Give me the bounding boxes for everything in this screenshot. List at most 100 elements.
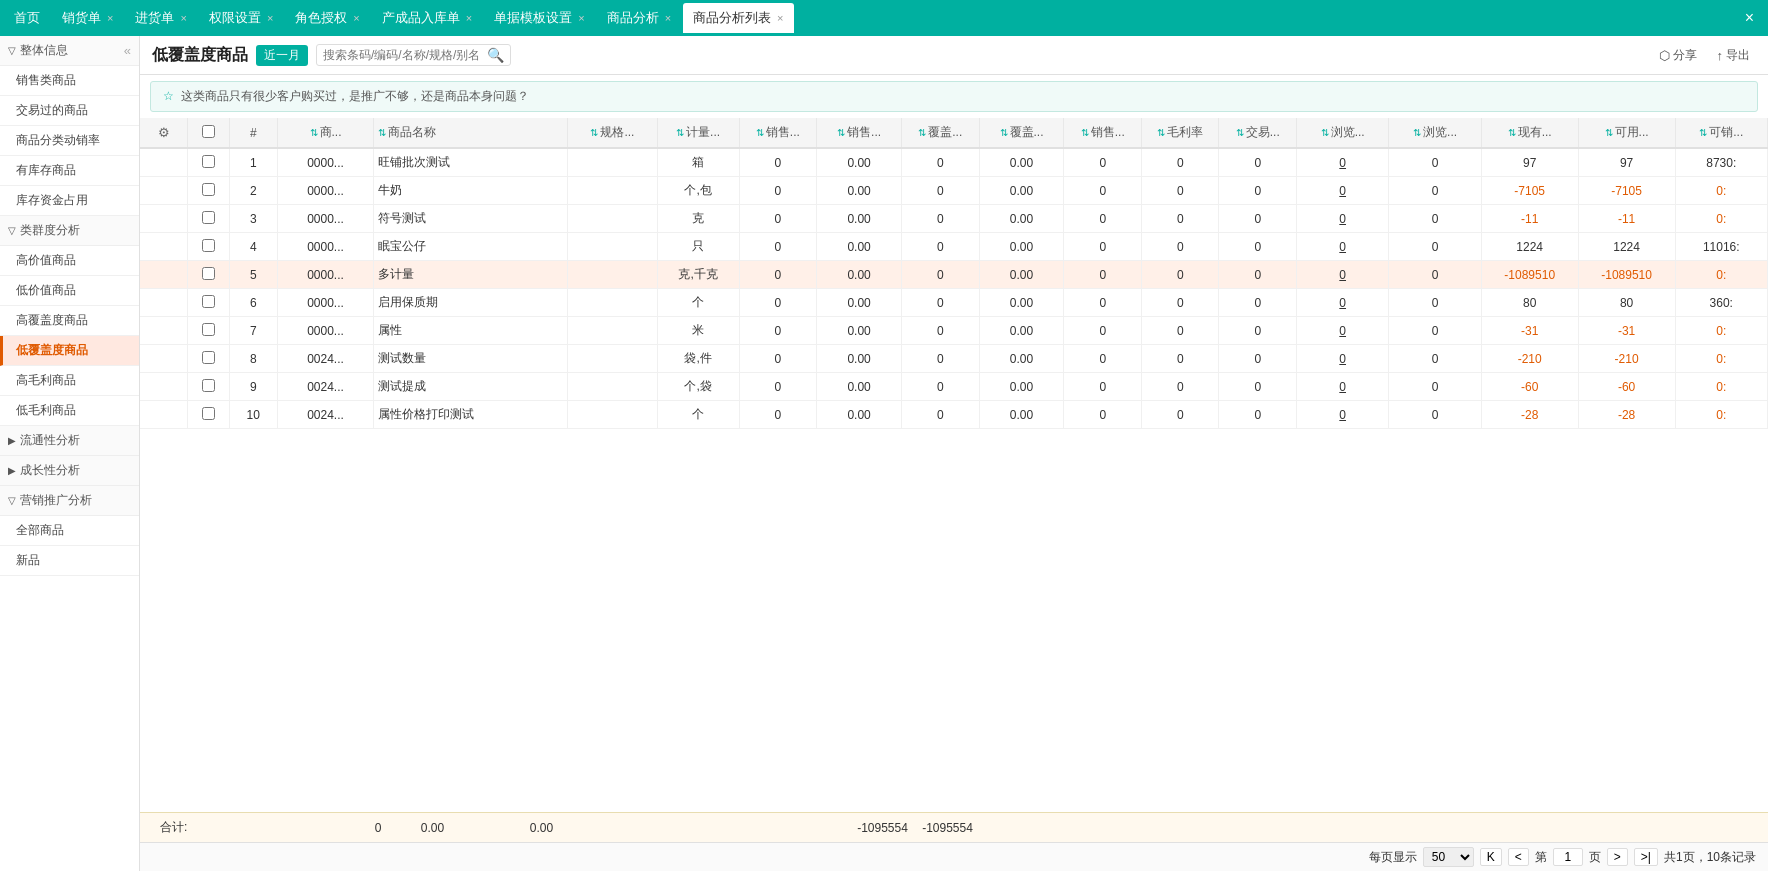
cover1-col-header[interactable]: ⇅覆盖... <box>902 118 980 148</box>
spec-cell <box>568 148 657 177</box>
sidebar-section-growth[interactable]: ▶ 成长性分析 <box>0 456 139 486</box>
search-input[interactable] <box>323 48 483 62</box>
stock1-col-header[interactable]: ⇅现有... <box>1481 118 1578 148</box>
close-icon[interactable]: × <box>777 12 783 24</box>
check-col-header[interactable] <box>188 118 230 148</box>
browse1-cell[interactable]: 0 <box>1296 317 1388 345</box>
sidebar-section-marketing[interactable]: ▽ 营销推广分析 <box>0 486 139 516</box>
check-cell[interactable] <box>188 401 230 429</box>
nav-tab-sales[interactable]: 销货单 × <box>52 3 123 33</box>
window-close-button[interactable]: × <box>1735 9 1764 27</box>
check-cell[interactable] <box>188 345 230 373</box>
avail-col-header[interactable]: ⇅可销... <box>1675 118 1767 148</box>
row-checkbox[interactable] <box>202 155 215 168</box>
browse1-cell[interactable]: 0 <box>1296 401 1388 429</box>
code-col-header[interactable]: ⇅商... <box>277 118 374 148</box>
check-cell[interactable] <box>188 289 230 317</box>
sidebar-item-all-goods[interactable]: 全部商品 <box>0 516 139 546</box>
share-button[interactable]: ⬡ 分享 <box>1653 45 1703 66</box>
check-cell[interactable] <box>188 317 230 345</box>
sidebar-item-low-value[interactable]: 低价值商品 <box>0 276 139 306</box>
sales-qty-col-header[interactable]: ⇅销售... <box>739 118 817 148</box>
nav-tab-home[interactable]: 首页 <box>4 3 50 33</box>
cover2-col-header[interactable]: ⇅覆盖... <box>979 118 1064 148</box>
prev-page-button[interactable]: < <box>1508 848 1529 866</box>
collapse-btn[interactable]: « <box>124 43 131 58</box>
first-page-button[interactable]: K <box>1480 848 1502 866</box>
close-icon[interactable]: × <box>665 12 671 24</box>
sidebar-item-capital[interactable]: 库存资金占用 <box>0 186 139 216</box>
browse1-cell[interactable]: 0 <box>1296 177 1388 205</box>
sidebar-item-low-margin[interactable]: 低毛利商品 <box>0 396 139 426</box>
close-icon[interactable]: × <box>180 12 186 24</box>
browse1-cell[interactable]: 0 <box>1296 345 1388 373</box>
select-all-checkbox[interactable] <box>202 125 215 138</box>
nav-tab-template[interactable]: 单据模板设置 × <box>484 3 594 33</box>
row-checkbox[interactable] <box>202 239 215 252</box>
sidebar-section-overall[interactable]: ▽ 整体信息 « <box>0 36 139 66</box>
page-number-input[interactable] <box>1553 848 1583 866</box>
check-cell[interactable] <box>188 205 230 233</box>
settings-col-header[interactable]: ⚙ <box>140 118 188 148</box>
sidebar-item-sales-goods[interactable]: 销售类商品 <box>0 66 139 96</box>
close-icon[interactable]: × <box>107 12 113 24</box>
check-cell[interactable] <box>188 177 230 205</box>
sidebar-item-traded-goods[interactable]: 交易过的商品 <box>0 96 139 126</box>
browse1-cell[interactable]: 0 <box>1296 148 1388 177</box>
browse1-cell[interactable]: 0 <box>1296 289 1388 317</box>
close-icon[interactable]: × <box>267 12 273 24</box>
browse1-cell[interactable]: 0 <box>1296 205 1388 233</box>
sidebar-item-high-value[interactable]: 高价值商品 <box>0 246 139 276</box>
close-icon[interactable]: × <box>466 12 472 24</box>
row-checkbox[interactable] <box>202 183 215 196</box>
check-cell[interactable] <box>188 233 230 261</box>
export-button[interactable]: ↑ 导出 <box>1711 45 1757 66</box>
sales-amt-col-header[interactable]: ⇅销售... <box>817 118 902 148</box>
sidebar-item-high-margin[interactable]: 高毛利商品 <box>0 366 139 396</box>
per-page-select[interactable]: 50 100 200 <box>1423 847 1474 867</box>
sidebar-section-flow[interactable]: ▶ 流通性分析 <box>0 426 139 456</box>
sidebar-item-new-goods[interactable]: 新品 <box>0 546 139 576</box>
close-icon[interactable]: × <box>578 12 584 24</box>
name-col-header[interactable]: ⇅商品名称 <box>374 118 568 148</box>
unit-cell: 个,袋 <box>657 373 739 401</box>
row-checkbox[interactable] <box>202 267 215 280</box>
sidebar-item-category-rate[interactable]: 商品分类动销率 <box>0 126 139 156</box>
sidebar-section-cluster[interactable]: ▽ 类群度分析 <box>0 216 139 246</box>
nav-tab-analysis[interactable]: 商品分析 × <box>597 3 681 33</box>
row-checkbox[interactable] <box>202 351 215 364</box>
row-checkbox[interactable] <box>202 323 215 336</box>
browse1-col-header[interactable]: ⇅浏览... <box>1296 118 1388 148</box>
row-checkbox[interactable] <box>202 211 215 224</box>
period-button[interactable]: 近一月 <box>256 45 308 66</box>
next-page-button[interactable]: > <box>1607 848 1628 866</box>
row-checkbox[interactable] <box>202 379 215 392</box>
search-icon[interactable]: 🔍 <box>487 47 504 63</box>
nav-tab-role[interactable]: 角色授权 × <box>285 3 369 33</box>
row-checkbox[interactable] <box>202 295 215 308</box>
nav-tab-analysis-list[interactable]: 商品分析列表 × <box>683 3 793 33</box>
sidebar-item-low-coverage[interactable]: 低覆盖度商品 <box>0 336 139 366</box>
gear-icon[interactable]: ⚙ <box>158 125 170 140</box>
sales3-col-header[interactable]: ⇅销售... <box>1064 118 1142 148</box>
close-icon[interactable]: × <box>353 12 359 24</box>
stock2-col-header[interactable]: ⇅可用... <box>1578 118 1675 148</box>
last-page-button[interactable]: >| <box>1634 848 1658 866</box>
browse1-cell[interactable]: 0 <box>1296 373 1388 401</box>
spec-col-header[interactable]: ⇅规格... <box>568 118 657 148</box>
trade-col-header[interactable]: ⇅交易... <box>1219 118 1297 148</box>
sidebar-item-in-stock[interactable]: 有库存商品 <box>0 156 139 186</box>
browse1-cell[interactable]: 0 <box>1296 261 1388 289</box>
browse1-cell[interactable]: 0 <box>1296 233 1388 261</box>
unit-col-header[interactable]: ⇅计量... <box>657 118 739 148</box>
row-checkbox[interactable] <box>202 407 215 420</box>
check-cell[interactable] <box>188 373 230 401</box>
check-cell[interactable] <box>188 261 230 289</box>
browse2-col-header[interactable]: ⇅浏览... <box>1389 118 1481 148</box>
nav-tab-perm[interactable]: 权限设置 × <box>199 3 283 33</box>
nav-tab-product[interactable]: 产成品入库单 × <box>372 3 482 33</box>
check-cell[interactable] <box>188 148 230 177</box>
gross-col-header[interactable]: ⇅毛利率 <box>1141 118 1219 148</box>
sidebar-item-high-coverage[interactable]: 高覆盖度商品 <box>0 306 139 336</box>
nav-tab-purchase[interactable]: 进货单 × <box>125 3 196 33</box>
